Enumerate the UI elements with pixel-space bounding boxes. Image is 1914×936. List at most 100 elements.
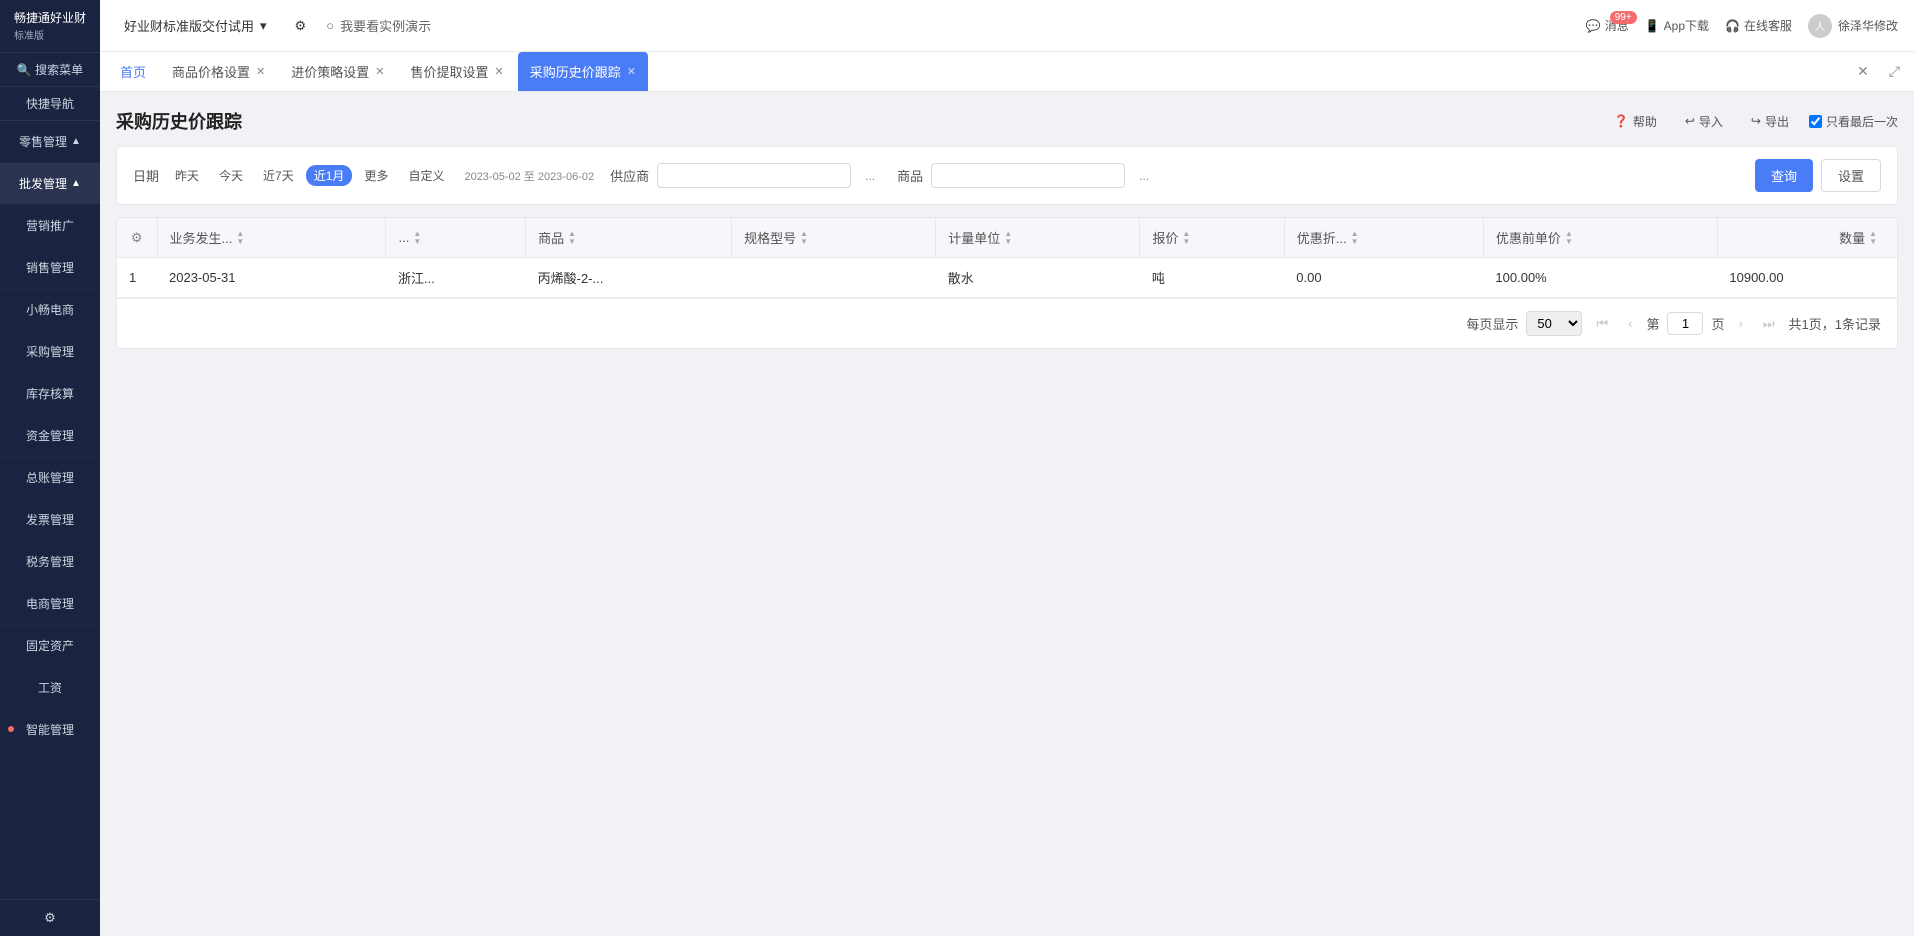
sidebar-item-inventory[interactable]: 库存核算 — [0, 373, 100, 415]
tab-cost-strategy[interactable]: 进价策略设置 ✕ — [279, 52, 396, 91]
page-input[interactable] — [1667, 312, 1703, 335]
export-icon: ↪ — [1751, 114, 1761, 128]
th-price-sort[interactable]: 报价 ▲▼ — [1152, 228, 1190, 247]
pagination-prev-btn[interactable]: ‹ — [1622, 314, 1638, 333]
tab-cost-strategy-close-icon[interactable]: ✕ — [375, 65, 384, 78]
pagination-total-info: 共1页，1条记录 — [1789, 314, 1881, 333]
pagination: 每页显示 20 50 100 200 ⏮ ‹ 第 页 › ⏭ 共1页，1条记录 — [117, 298, 1897, 348]
sidebar-item-tax[interactable]: 税务管理 — [0, 541, 100, 583]
supplier-input[interactable] — [657, 163, 851, 188]
sidebar-item-ecommerce[interactable]: 电商管理 — [0, 583, 100, 625]
date-option-more[interactable]: 更多 — [356, 165, 396, 186]
sidebar-item-ecommerce-small[interactable]: 小畅电商 — [0, 289, 100, 331]
sidebar-item-sales[interactable]: 销售管理 — [0, 247, 100, 289]
topbar-right: 💬 消息 99+ 📱 App下载 🎧 在线客服 人 徐泽华修改 — [1586, 14, 1898, 38]
sidebar-item-retail[interactable]: 零售管理 ▲ — [0, 121, 100, 163]
th-qty: 数量 ▲▼ — [1717, 218, 1897, 258]
date-option-yesterday[interactable]: 昨天 — [167, 165, 207, 186]
supplier-more-btn[interactable]: ... — [859, 167, 881, 185]
gear-icon-topbar: ⚙ — [295, 18, 307, 34]
tab-purchase-history[interactable]: 采购历史价跟踪 ✕ — [518, 52, 648, 91]
tab-goods-price-close-icon[interactable]: ✕ — [256, 65, 265, 78]
date-option-1month[interactable]: 近1月 — [306, 165, 353, 186]
settings-filter-btn[interactable]: 设置 — [1821, 159, 1881, 192]
sidebar-item-label-assets: 固定资产 — [26, 637, 74, 654]
sidebar-item-assets[interactable]: 固定资产 — [0, 625, 100, 667]
th-more1-sort[interactable]: ... ▲▼ — [398, 230, 421, 246]
th-more1: ... ▲▼ — [386, 218, 526, 258]
sidebar-search[interactable]: 🔍 搜索菜单 — [0, 53, 100, 87]
product-name: 好业财标准版交付试用 — [124, 16, 254, 35]
date-option-7days[interactable]: 近7天 — [255, 165, 302, 186]
table-row: 1 2023-05-31 浙江... 丙烯酸-2-... 散水 吨 0.00 1… — [117, 258, 1897, 298]
sidebar: 畅捷通好业财 标准版 🔍 搜索菜单 快捷导航 零售管理 ▲ 批发管理 ▲ 营销推… — [0, 0, 100, 936]
import-label: 导入 — [1699, 113, 1723, 130]
tab-home-label: 首页 — [120, 62, 146, 81]
sidebar-item-wholesale[interactable]: 批发管理 ▲ — [0, 163, 100, 205]
per-page-select[interactable]: 20 50 100 200 — [1526, 311, 1582, 336]
tab-price-extract-label: 售价提取设置 — [410, 62, 488, 81]
tab-home[interactable]: 首页 — [108, 52, 158, 91]
th-unit-sort[interactable]: 计量单位 ▲▼ — [948, 228, 1012, 247]
goods-filter-group: 商品 ... — [897, 163, 1155, 188]
app-download-btn[interactable]: 📱 App下载 — [1645, 17, 1709, 34]
page-title: 采购历史价跟踪 — [116, 108, 242, 134]
sidebar-item-label-finance: 资金管理 — [26, 427, 74, 444]
retail-arrow-icon: ▲ — [71, 136, 81, 147]
tab-purchase-history-close-icon[interactable]: ✕ — [627, 65, 636, 78]
th-qty-sort[interactable]: 数量 ▲▼ — [1839, 228, 1877, 247]
sidebar-item-label-retail: 零售管理 — [19, 133, 67, 150]
tab-close-window-btn[interactable]: ✕ — [1851, 61, 1875, 82]
th-spec-sort[interactable]: 规格型号 ▲▼ — [744, 228, 808, 247]
th-date-sort[interactable]: 业务发生... ▲▼ — [170, 228, 245, 247]
filter-row: 日期 昨天 今天 近7天 近1月 更多 自定义 2023-05-02 至 202… — [133, 159, 1881, 192]
product-select[interactable]: 好业财标准版交付试用 ▾ — [116, 12, 275, 39]
goods-input[interactable] — [931, 163, 1125, 188]
table-gear-icon[interactable]: ⚙ — [131, 230, 143, 245]
th-more1-sort-icons: ▲▼ — [413, 230, 421, 246]
tab-maximize-btn[interactable]: ⤢ — [1883, 61, 1906, 82]
date-option-custom[interactable]: 自定义 — [400, 165, 452, 186]
sidebar-item-label-smart: 智能管理 — [26, 721, 74, 738]
sidebar-item-marketing[interactable]: 营销推广 — [0, 205, 100, 247]
import-btn[interactable]: ↩ 导入 — [1677, 109, 1731, 134]
tab-goods-price[interactable]: 商品价格设置 ✕ — [160, 52, 277, 91]
sidebar-item-ledger[interactable]: 总账管理 — [0, 457, 100, 499]
messages-btn[interactable]: 💬 消息 99+ — [1586, 17, 1629, 34]
sidebar-item-finance[interactable]: 资金管理 — [0, 415, 100, 457]
tab-price-extract-close-icon[interactable]: ✕ — [495, 65, 504, 78]
sidebar-item-label-sales: 销售管理 — [26, 259, 74, 276]
sidebar-item-smart[interactable]: 智能管理 — [0, 709, 100, 751]
sidebar-item-payroll[interactable]: 工资 — [0, 667, 100, 709]
sidebar-item-invoice[interactable]: 发票管理 — [0, 499, 100, 541]
th-pre-price-sort[interactable]: 优惠前单价 ▲▼ — [1496, 228, 1573, 247]
only-last-checkbox[interactable] — [1809, 115, 1822, 128]
user-menu[interactable]: 人 徐泽华修改 — [1808, 14, 1898, 38]
sidebar-item-purchase[interactable]: 采购管理 — [0, 331, 100, 373]
export-btn[interactable]: ↪ 导出 — [1743, 109, 1797, 134]
only-last-checkbox-group[interactable]: 只看最后一次 — [1809, 113, 1898, 130]
th-goods-sort[interactable]: 商品 ▲▼ — [538, 228, 576, 247]
online-service-btn[interactable]: 🎧 在线客服 — [1725, 17, 1792, 34]
supplier-filter-group: 供应商 ... — [610, 163, 881, 188]
goods-more-btn[interactable]: ... — [1133, 167, 1155, 185]
pagination-first-btn[interactable]: ⏮ — [1590, 314, 1614, 334]
cell-date: 2023-05-31 — [157, 258, 386, 298]
th-price: 报价 ▲▼ — [1140, 218, 1284, 258]
th-discount-sort[interactable]: 优惠折... ▲▼ — [1297, 228, 1359, 247]
tab-price-extract[interactable]: 售价提取设置 ✕ — [398, 52, 515, 91]
sidebar-quick-nav[interactable]: 快捷导航 — [0, 87, 100, 121]
help-btn[interactable]: ❓ 帮助 — [1606, 109, 1665, 134]
th-date: 业务发生... ▲▼ — [157, 218, 386, 258]
settings-btn-topbar[interactable]: ⚙ — [287, 14, 315, 38]
th-unit: 计量单位 ▲▼ — [936, 218, 1140, 258]
th-spec: 规格型号 ▲▼ — [732, 218, 936, 258]
query-btn[interactable]: 查询 — [1755, 159, 1813, 192]
online-service-label: 在线客服 — [1744, 17, 1792, 34]
pagination-last-btn[interactable]: ⏭ — [1757, 314, 1781, 334]
date-option-today[interactable]: 今天 — [211, 165, 251, 186]
main-content: 好业财标准版交付试用 ▾ ⚙ ○ 我要看实例演示 💬 消息 99+ 📱 App下… — [100, 0, 1914, 936]
demo-link[interactable]: ○ 我要看实例演示 — [326, 16, 431, 35]
pagination-next-btn[interactable]: › — [1732, 314, 1748, 333]
sidebar-settings[interactable]: ⚙ — [0, 899, 100, 936]
